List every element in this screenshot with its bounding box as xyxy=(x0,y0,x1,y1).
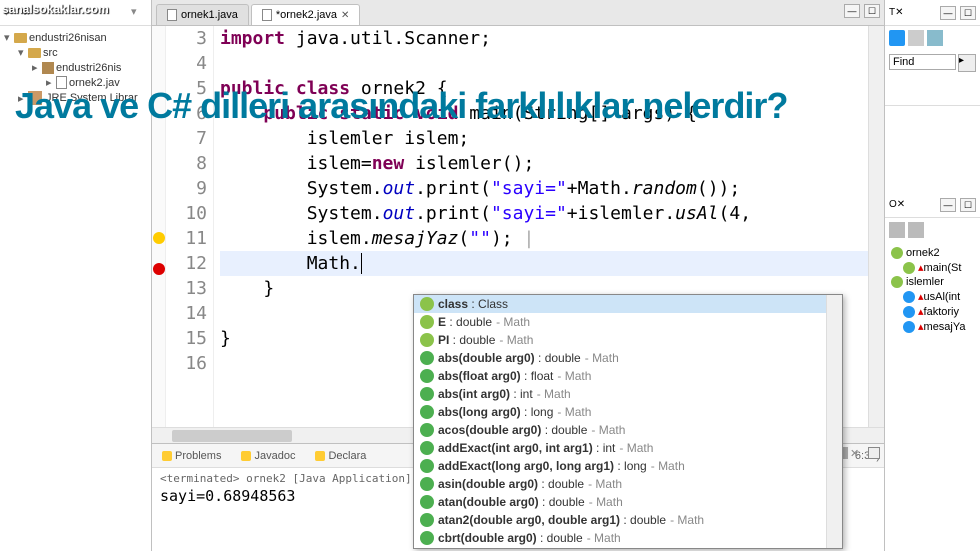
method-icon xyxy=(420,495,434,509)
tree-item[interactable]: ▸endustri26nis xyxy=(2,60,149,75)
outline-view[interactable]: ornek2▴ main(Stislemler▴ usAl(int▴ fakto… xyxy=(885,242,980,551)
open-console-icon[interactable] xyxy=(868,447,880,459)
sync-icon[interactable] xyxy=(927,30,943,46)
bottom-tab[interactable]: Javadoc xyxy=(235,448,301,464)
editor-tab[interactable]: ornek1.java xyxy=(156,4,249,25)
autocomplete-item[interactable]: asin(double arg0) : double - Math xyxy=(414,475,826,493)
method-icon xyxy=(420,369,434,383)
categorize-icon[interactable] xyxy=(908,30,924,46)
tree-item[interactable]: ▾src xyxy=(2,45,149,60)
watermark: sanalsokaklar.com xyxy=(2,2,109,16)
sort-icon[interactable] xyxy=(889,222,905,238)
task-list-header: T✕ — ☐ xyxy=(885,0,980,26)
method-icon xyxy=(420,351,434,365)
outline-item[interactable]: ▴ usAl(int xyxy=(887,289,978,304)
autocomplete-item[interactable]: abs(int arg0) : int - Math xyxy=(414,385,826,403)
outline-label: O✕ xyxy=(889,199,905,210)
field-icon xyxy=(420,315,434,329)
autocomplete-item[interactable]: addExact(int arg0, int arg1) : int - Mat… xyxy=(414,439,826,457)
method-icon xyxy=(420,459,434,473)
outline-item[interactable]: ▴ mesajYa xyxy=(887,319,978,334)
outline-item[interactable]: islemler xyxy=(887,275,978,289)
method-icon xyxy=(420,441,434,455)
error-marker-icon[interactable] xyxy=(153,263,165,275)
bottom-tab[interactable]: Problems xyxy=(156,448,227,464)
ol-min-button[interactable]: — xyxy=(940,198,956,212)
autocomplete-item[interactable]: abs(long arg0) : long - Math xyxy=(414,403,826,421)
bottom-tab[interactable]: Declara xyxy=(309,448,372,464)
outline-header: O✕ — ☐ xyxy=(885,192,980,218)
autocomplete-item[interactable]: atan2(double arg0, double arg1) : double… xyxy=(414,511,826,529)
package-explorer: ⇄ ⇵ ▾ ▾endustri26nisan▾src▸endustri26nis… xyxy=(0,0,152,551)
method-icon xyxy=(420,513,434,527)
autocomplete-item[interactable]: addExact(long arg0, long arg1) : long - … xyxy=(414,457,826,475)
autocomplete-scrollbar[interactable] xyxy=(826,295,842,548)
clear-console-icon[interactable]: ✕ xyxy=(850,447,866,463)
autocomplete-item[interactable]: PI : double - Math xyxy=(414,331,826,349)
find-button[interactable]: ▸ xyxy=(958,54,976,72)
method-icon xyxy=(420,531,434,545)
outline-toolbar xyxy=(885,218,980,242)
new-task-icon[interactable] xyxy=(889,30,905,46)
tree-item[interactable]: ▾endustri26nisan xyxy=(2,30,149,45)
tl-min-button[interactable]: — xyxy=(940,6,956,20)
close-tab-icon[interactable]: ✕ xyxy=(341,10,349,21)
autocomplete-item[interactable]: abs(float arg0) : float - Math xyxy=(414,367,826,385)
autocomplete-item[interactable]: class : Class xyxy=(414,295,826,313)
find-input[interactable] xyxy=(889,54,956,70)
view-menu-icon[interactable]: ▾ xyxy=(131,5,147,21)
method-icon xyxy=(420,477,434,491)
maximize-button[interactable]: ☐ xyxy=(864,4,880,18)
minimize-button[interactable]: — xyxy=(844,4,860,18)
autocomplete-item[interactable]: E : double - Math xyxy=(414,313,826,331)
outline-item[interactable]: ornek2 xyxy=(887,246,978,260)
editor-tab[interactable]: *ornek2.java✕ xyxy=(251,4,361,25)
task-list-label: T✕ xyxy=(889,7,904,18)
warning-marker-icon[interactable] xyxy=(153,232,165,244)
method-icon xyxy=(420,423,434,437)
editor-tabs: ornek1.java*ornek2.java✕ — ☐ xyxy=(152,0,884,26)
overlay-title: Java ve C# dilleri arasındaki farklılıkl… xyxy=(15,85,970,127)
method-icon xyxy=(420,387,434,401)
autocomplete-item[interactable]: cbrt(double arg0) : double - Math xyxy=(414,529,826,547)
autocomplete-popup[interactable]: class : ClassE : double - MathPI : doubl… xyxy=(413,294,843,549)
right-panel: T✕ — ☐ ▸ O✕ — ☐ ornek2▴ main(Stislemler▴… xyxy=(884,0,980,551)
autocomplete-item[interactable]: acos(double arg0) : double - Math xyxy=(414,421,826,439)
field-icon xyxy=(420,333,434,347)
filter-icon[interactable] xyxy=(908,222,924,238)
tl-max-button[interactable]: ☐ xyxy=(960,6,976,20)
autocomplete-item[interactable]: abs(double arg0) : double - Math xyxy=(414,349,826,367)
field-icon xyxy=(420,297,434,311)
outline-item[interactable]: ▴ faktoriy xyxy=(887,304,978,319)
outline-item[interactable]: ▴ main(St xyxy=(887,260,978,275)
ol-max-button[interactable]: ☐ xyxy=(960,198,976,212)
tasklist-toolbar xyxy=(885,26,980,50)
autocomplete-item[interactable]: atan(double arg0) : double - Math xyxy=(414,493,826,511)
method-icon xyxy=(420,405,434,419)
